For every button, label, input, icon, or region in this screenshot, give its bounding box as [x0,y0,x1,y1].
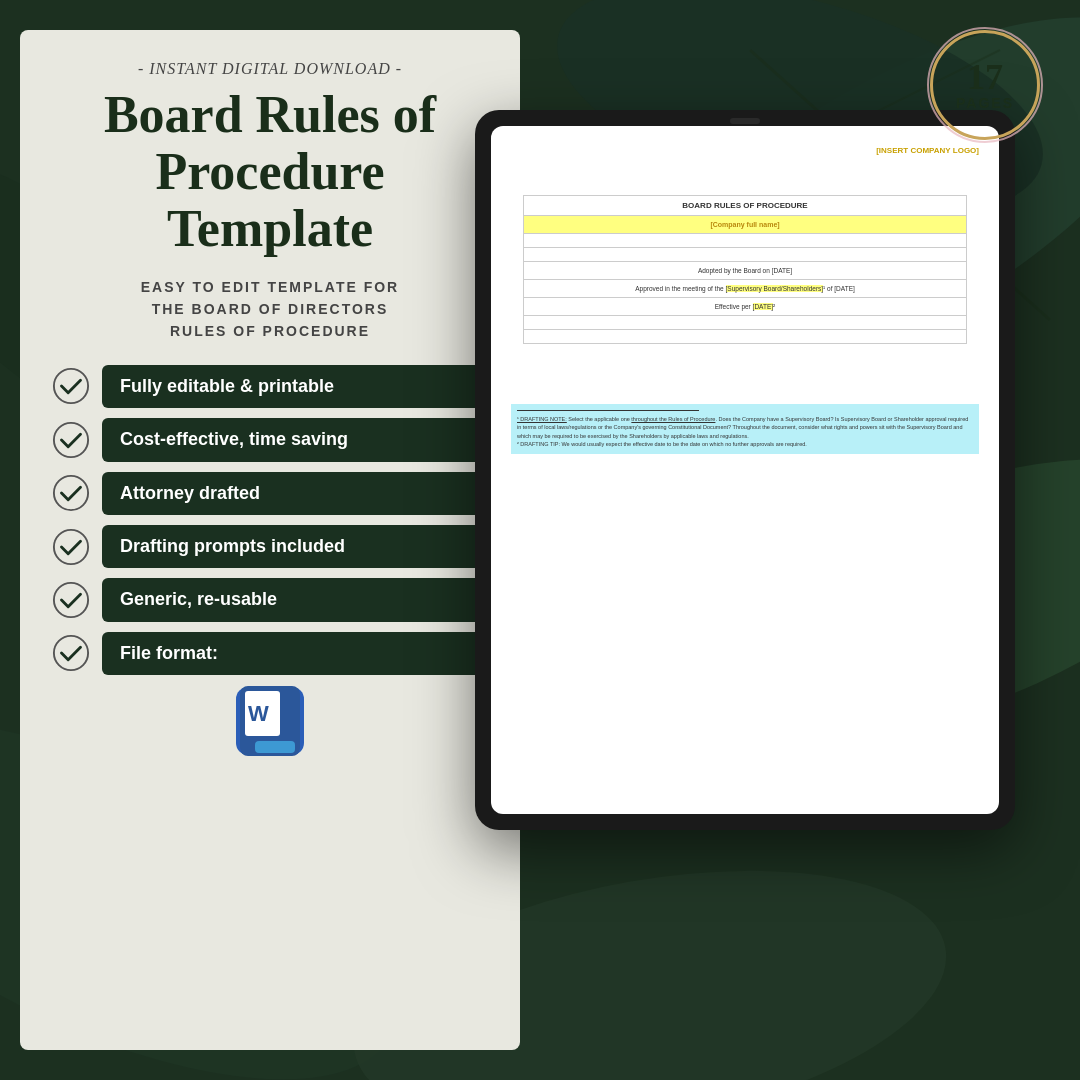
svg-point-13 [54,529,88,563]
document-content: [INSERT COMPANY LOGO] BOARD RULES OF PRO… [491,126,999,814]
badge-label: PAGES [956,95,1014,111]
tablet-screen: [INSERT COMPANY LOGO] BOARD RULES OF PRO… [491,126,999,814]
check-icon-4 [50,526,92,568]
svg-text:W: W [248,701,269,726]
feature-list: Fully editable & printable Cost-effectiv… [50,365,490,675]
drafting-tip-text: ² DRAFTING TIP: We would usually expect … [517,440,973,448]
check-icon-5 [50,579,92,621]
list-item: Attorney drafted [50,472,490,515]
tablet-section: [INSERT COMPANY LOGO] BOARD RULES OF PRO… [430,50,1060,1030]
badge-number: 17 [967,59,1003,95]
doc-drafting-note: ¹ DRAFTING NOTE: Select the applicable o… [511,404,979,454]
list-item: File format: [50,632,490,675]
doc-company-logo: [INSERT COMPANY LOGO] [511,146,979,155]
pages-badge: 17 PAGES [930,30,1040,140]
doc-company-name: [Company full name] [523,216,967,234]
title-line2: Template [167,200,373,257]
word-icon-wrapper: W [50,687,490,755]
check-icon-1 [50,365,92,407]
list-item: Generic, re-usable [50,578,490,621]
check-icon-2 [50,419,92,461]
word-icon: W [236,687,304,755]
tablet-mockup: [INSERT COMPANY LOGO] BOARD RULES OF PRO… [475,110,1015,830]
svg-point-12 [54,476,88,510]
check-icon-3 [50,472,92,514]
list-item: Cost-effective, time saving [50,418,490,461]
svg-point-10 [54,369,88,403]
doc-approved: Approved in the meeting of the [Supervis… [523,280,967,298]
title-line1: Board Rules of Procedure [104,86,436,200]
check-icon-6 [50,632,92,674]
svg-rect-19 [255,741,295,753]
svg-point-14 [54,583,88,617]
subtitle: - INSTANT DIGITAL DOWNLOAD - [50,60,490,78]
doc-effective: Effective per [DATE]² [523,298,967,316]
doc-table: BOARD RULES OF PROCEDURE [Company full n… [523,195,968,344]
main-title: Board Rules of Procedure Template [50,86,490,258]
drafting-note-text: ¹ DRAFTING NOTE: Select the applicable o… [517,415,973,440]
svg-point-15 [54,636,88,670]
doc-title: BOARD RULES OF PROCEDURE [523,196,967,216]
tablet-camera [730,118,760,124]
description: EASY TO EDIT TEMPLATE FORTHE BOARD OF DI… [50,276,490,343]
list-item: Fully editable & printable [50,365,490,408]
list-item: Drafting prompts included [50,525,490,568]
doc-adopted: Adopted by the Board on [DATE] [523,262,967,280]
svg-point-11 [54,423,88,457]
